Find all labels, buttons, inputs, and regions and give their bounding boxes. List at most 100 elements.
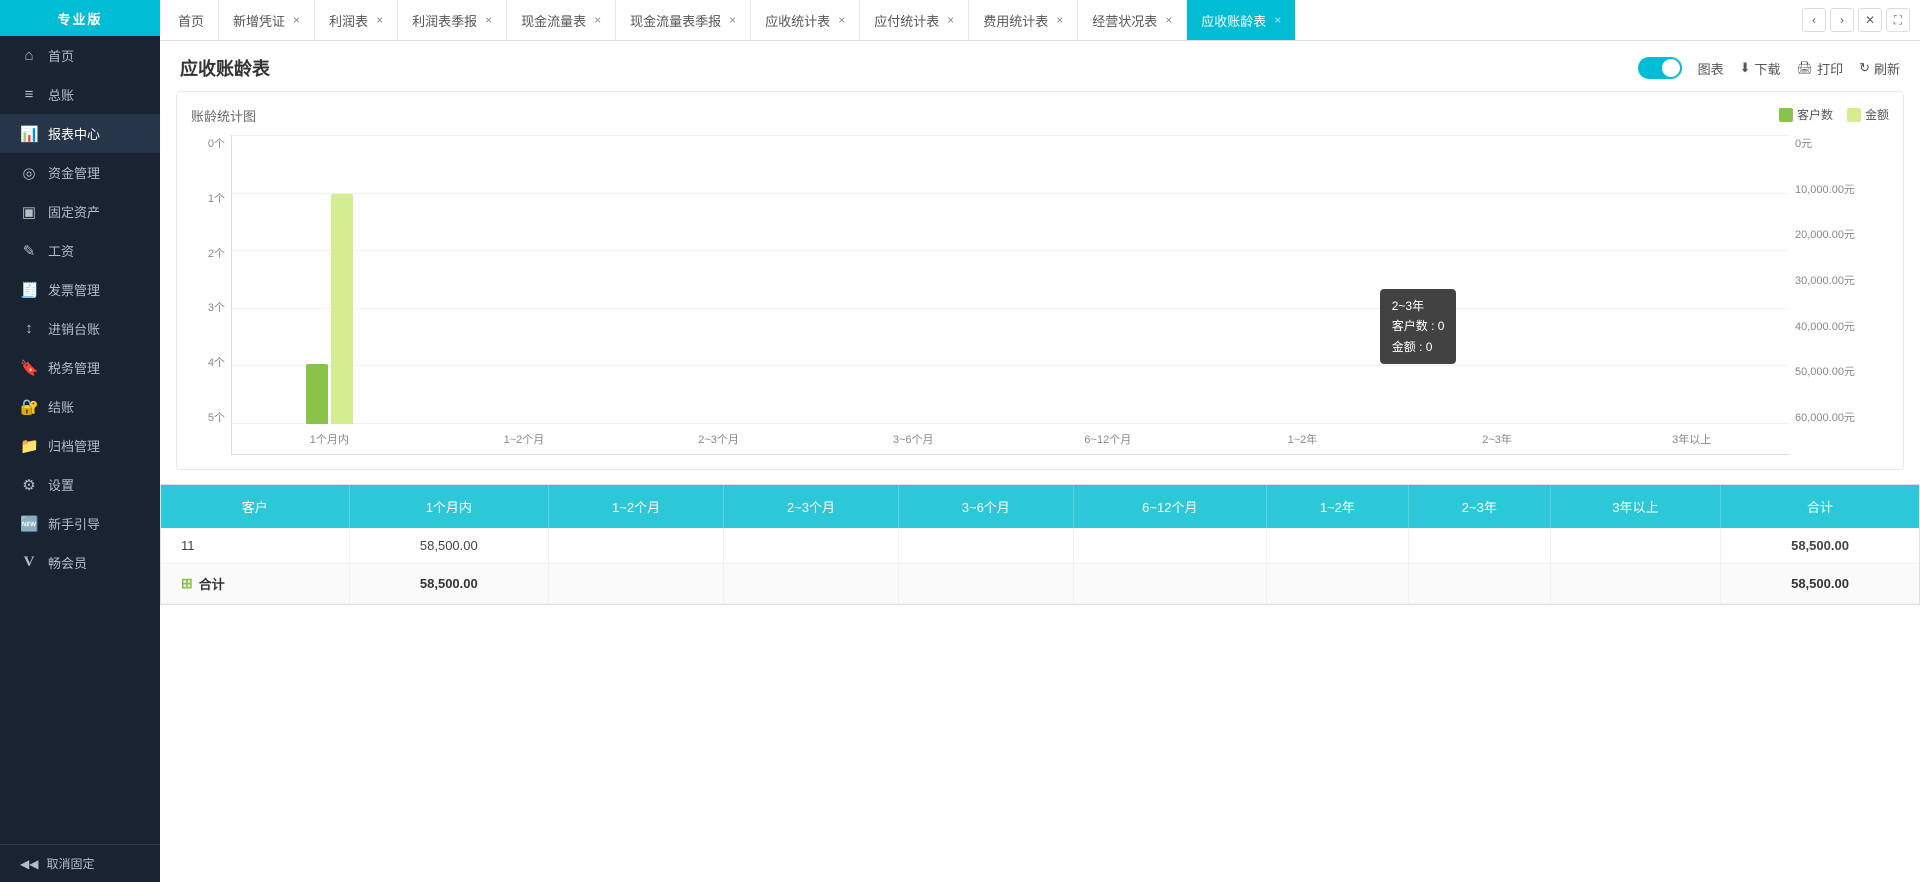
tab-close-profit-quarterly[interactable]: × <box>485 13 492 27</box>
sidebar-label-reports: 报表中心 <box>48 124 100 143</box>
sidebar-label-ledger: 总账 <box>48 85 74 104</box>
legend-customer-label: 客户数 <box>1797 106 1833 123</box>
sidebar-item-archive[interactable]: 📁 归档管理 <box>0 426 160 465</box>
tab-next-button[interactable]: › <box>1830 8 1854 32</box>
sidebar-item-assets[interactable]: ▣ 固定资产 <box>0 192 160 231</box>
tab-profit-quarterly[interactable]: 利润表季报 × <box>398 0 507 40</box>
chart-tooltip: 2~3年 客户数 : 0 金额 : 0 <box>1380 289 1457 364</box>
td-total-month36 <box>898 564 1073 604</box>
th-month612: 6~12个月 <box>1073 485 1266 528</box>
tab-expense-stats[interactable]: 费用统计表 × <box>969 0 1078 40</box>
tab-label-profit-quarterly: 利润表季报 <box>412 11 477 30</box>
tab-ar-stats[interactable]: 应收统计表 × <box>751 0 860 40</box>
tab-profit[interactable]: 利润表 × <box>315 0 398 40</box>
y-right-50000: 50,000.00元 <box>1795 363 1855 379</box>
sidebar-item-tax[interactable]: 🔖 税务管理 <box>0 348 160 387</box>
tab-close-all-button[interactable]: ✕ <box>1858 8 1882 32</box>
td-total-month612 <box>1073 564 1266 604</box>
member-icon: V <box>20 554 38 571</box>
tab-expand-button[interactable]: ⛶ <box>1886 8 1910 32</box>
download-icon: ⬇ <box>1740 60 1751 76</box>
sidebar-item-home[interactable]: ⌂ 首页 <box>0 36 160 75</box>
tab-close-cashflow-quarterly[interactable]: × <box>729 13 736 27</box>
tab-close-ar-stats[interactable]: × <box>838 13 845 27</box>
page-content: 应收账龄表 图表 ⬇ 下载 🖨 打印 ↻ 刷新 <box>160 41 1920 882</box>
tab-close-ops-status[interactable]: × <box>1165 13 1172 27</box>
sidebar-item-closing[interactable]: 🔐 结账 <box>0 387 160 426</box>
x-axis-labels: 1个月内 1~2个月 2~3个月 3~6个月 6~12个月 1~2年 2~3年 … <box>232 424 1789 454</box>
th-month23: 2~3个月 <box>724 485 899 528</box>
tab-close-expense-stats[interactable]: × <box>1056 13 1063 27</box>
y-axis-left: 5个 4个 3个 2个 1个 0个 <box>191 135 231 455</box>
tab-prev-button[interactable]: ‹ <box>1802 8 1826 32</box>
td-total-label: ⊞ 合计 <box>161 564 349 604</box>
ledger-icon: ≡ <box>20 86 38 103</box>
sidebar-item-member[interactable]: V 畅会员 <box>0 543 160 582</box>
refresh-icon: ↻ <box>1859 60 1870 76</box>
y-right-10000: 10,000.00元 <box>1795 181 1855 197</box>
tab-label-home: 首页 <box>178 11 204 30</box>
tab-home[interactable]: 首页 <box>164 0 219 40</box>
total-icon: ⊞ <box>181 575 193 592</box>
legend-customer-color <box>1779 108 1793 122</box>
chart-toggle[interactable] <box>1638 57 1682 79</box>
y-left-5: 5个 <box>208 409 225 425</box>
td-total-year12 <box>1266 564 1408 604</box>
chart-title: 账龄统计图 <box>191 106 1889 125</box>
sidebar-item-invoice[interactable]: 🧾 发票管理 <box>0 270 160 309</box>
sidebar-label-stock: 进销台账 <box>48 319 100 338</box>
sidebar-item-funds[interactable]: ◎ 资金管理 <box>0 153 160 192</box>
tab-close-new-voucher[interactable]: × <box>293 13 300 27</box>
y-left-1: 1个 <box>208 190 225 206</box>
tab-label-ap-stats: 应付统计表 <box>874 11 939 30</box>
tab-nav: 首页 新增凭证 × 利润表 × 利润表季报 × 现金流量表 × 现金流量表季报 … <box>164 0 1796 40</box>
tab-ap-stats[interactable]: 应付统计表 × <box>860 0 969 40</box>
table-header-row: 客户 1个月内 1~2个月 2~3个月 3~6个月 6~12个月 1~2年 2~… <box>161 485 1919 528</box>
sidebar: 专业版 ⌂ 首页 ≡ 总账 📊 报表中心 ◎ 资金管理 ▣ 固定资产 ✎ 工资 … <box>0 0 160 882</box>
tab-new-voucher[interactable]: 新增凭证 × <box>219 0 315 40</box>
td-year12-11 <box>1266 528 1408 564</box>
tab-ar-aging[interactable]: 应收账龄表 × <box>1187 0 1296 40</box>
tab-label-ar-stats: 应收统计表 <box>765 11 830 30</box>
archive-icon: 📁 <box>20 437 38 455</box>
main-area: 首页 新增凭证 × 利润表 × 利润表季报 × 现金流量表 × 现金流量表季报 … <box>160 0 1920 882</box>
sidebar-label-archive: 归档管理 <box>48 436 100 455</box>
x-label-3year: 3年以上 <box>1594 424 1789 454</box>
x-label-23year: 2~3年 <box>1400 424 1595 454</box>
guide-icon: 🆕 <box>20 515 38 533</box>
tab-cashflow-quarterly[interactable]: 现金流量表季报 × <box>616 0 751 40</box>
salary-icon: ✎ <box>20 242 38 260</box>
sidebar-item-salary[interactable]: ✎ 工资 <box>0 231 160 270</box>
tab-ops-status[interactable]: 经营状况表 × <box>1078 0 1187 40</box>
print-icon: 🖨 <box>1797 60 1814 76</box>
tab-close-cashflow[interactable]: × <box>594 13 601 27</box>
tab-close-profit[interactable]: × <box>376 13 383 27</box>
print-label: 打印 <box>1817 59 1843 78</box>
sidebar-label-funds: 资金管理 <box>48 163 100 182</box>
home-icon: ⌂ <box>20 47 38 64</box>
td-total-11: 58,500.00 <box>1721 528 1919 564</box>
unpin-button[interactable]: ◀◀ 取消固定 <box>0 844 160 882</box>
sidebar-label-settings: 设置 <box>48 475 74 494</box>
download-button[interactable]: ⬇ 下载 <box>1740 59 1781 78</box>
th-customer: 客户 <box>161 485 349 528</box>
chart-area: 5个 4个 3个 2个 1个 0个 <box>191 135 1889 455</box>
sidebar-item-stock[interactable]: ↕ 进销台账 <box>0 309 160 348</box>
tab-close-ap-stats[interactable]: × <box>947 13 954 27</box>
sidebar-item-settings[interactable]: ⚙ 设置 <box>0 465 160 504</box>
tooltip-amount: 金额 : 0 <box>1392 337 1445 357</box>
refresh-label: 刷新 <box>1874 59 1900 78</box>
sidebar-item-guide[interactable]: 🆕 新手引导 <box>0 504 160 543</box>
print-button[interactable]: 🖨 打印 <box>1797 59 1844 78</box>
tab-cashflow[interactable]: 现金流量表 × <box>507 0 616 40</box>
page-actions: 图表 ⬇ 下载 🖨 打印 ↻ 刷新 <box>1638 57 1900 79</box>
sidebar-item-ledger[interactable]: ≡ 总账 <box>0 75 160 114</box>
tab-close-ar-aging[interactable]: × <box>1274 13 1281 27</box>
stock-icon: ↕ <box>20 320 38 337</box>
td-year3plus-11 <box>1550 528 1720 564</box>
sidebar-label-closing: 结账 <box>48 397 74 416</box>
refresh-button[interactable]: ↻ 刷新 <box>1859 59 1900 78</box>
x-label-612month: 6~12个月 <box>1011 424 1206 454</box>
legend-amount-label: 金额 <box>1865 106 1889 123</box>
sidebar-item-reports[interactable]: 📊 报表中心 <box>0 114 160 153</box>
